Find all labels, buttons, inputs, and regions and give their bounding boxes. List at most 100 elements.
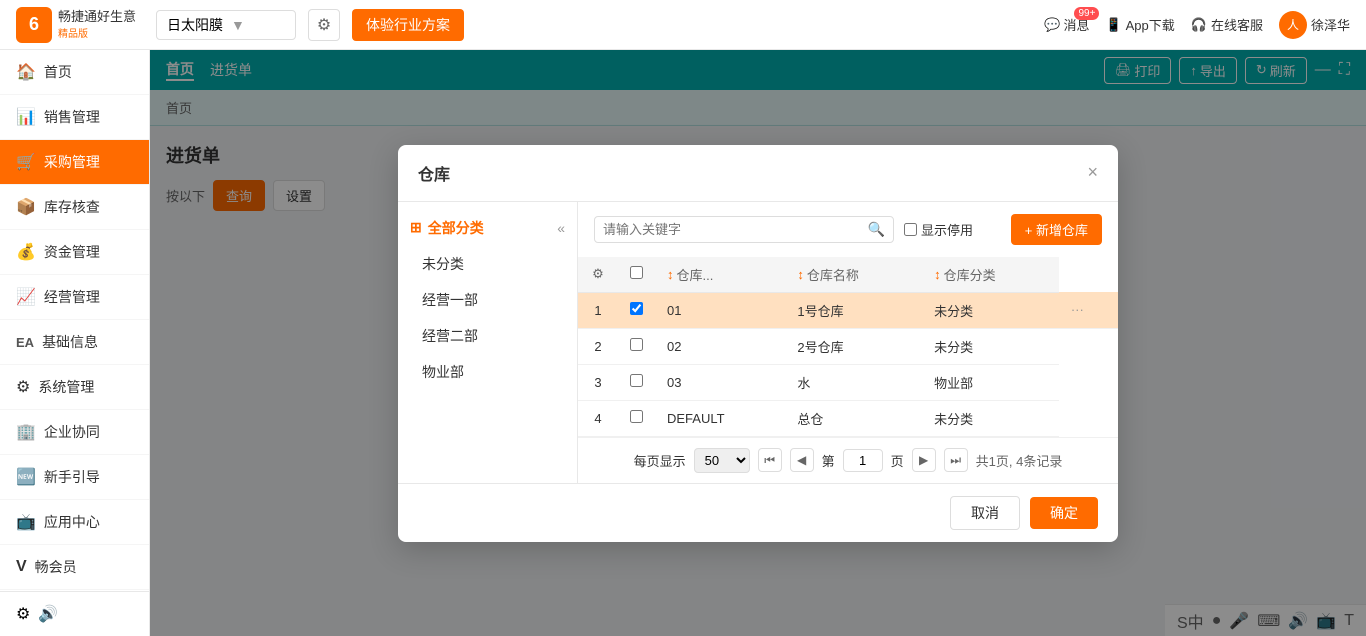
sidebar-item-basic[interactable]: EA 基础信息 (0, 320, 149, 365)
sidebar-item-guide[interactable]: 🆕 新手引导 (0, 455, 149, 500)
table-container: ⚙ ↕ 仓库... (578, 257, 1118, 437)
warehouse-modal: 仓库 × ⊞ 全部分类 « 未分类 (398, 145, 1118, 542)
user-menu[interactable]: 人 徐泽华 (1279, 11, 1350, 39)
store-name: 日太阳膜 (167, 15, 223, 35)
settings-footer-icon[interactable]: ⚙ (16, 604, 30, 624)
table-row[interactable]: 3 03 水 物业部 (578, 364, 1118, 400)
sidebar-item-finance[interactable]: 💰 资金管理 (0, 230, 149, 275)
row-checkbox[interactable] (618, 292, 655, 328)
sidebar-item-enterprise[interactable]: 🏢 企业协同 (0, 410, 149, 455)
col-name-header[interactable]: ↕ 仓库名称 (785, 257, 922, 293)
row-category: 未分类 (922, 292, 1059, 328)
sidebar-label-system: 系统管理 (38, 377, 94, 397)
warehouse-table: ⚙ ↕ 仓库... (578, 257, 1118, 437)
sales-icon: 📊 (16, 107, 36, 127)
sidebar-item-home[interactable]: 🏠 首页 (0, 50, 149, 95)
modal-overlay: 仓库 × ⊞ 全部分类 « 未分类 (150, 50, 1366, 636)
brand-text: 畅捷通好生意 精品版 (58, 9, 136, 41)
more-icon[interactable]: ··· (1071, 302, 1084, 317)
settings-button[interactable]: ⚙ (308, 9, 340, 41)
store-selector[interactable]: 日太阳膜 ▼ (156, 10, 296, 40)
category-item-3[interactable]: 物业部 (398, 354, 577, 390)
category-item-uncategorized[interactable]: 未分类 (398, 246, 577, 282)
app-download-button[interactable]: 📱 App下载 (1105, 15, 1174, 34)
sidebar-item-vip[interactable]: V 畅会员 (0, 545, 149, 590)
page-number-input[interactable] (843, 449, 883, 472)
prev-page-button[interactable]: ◀ (790, 448, 814, 472)
sidebar-label-basic: 基础信息 (42, 332, 98, 352)
table-row[interactable]: 4 DEFAULT 总仓 未分类 (578, 400, 1118, 436)
table-row[interactable]: 2 02 2号仓库 未分类 (578, 328, 1118, 364)
search-icon[interactable]: 🔍 (868, 221, 885, 238)
row-name: 2号仓库 (785, 328, 922, 364)
collapse-button[interactable]: « (557, 220, 565, 236)
main-layout: 🏠 首页 📊 销售管理 🛒 采购管理 📦 库存核查 💰 资金管理 📈 经营管理 … (0, 50, 1366, 636)
brand-icon: 6 (16, 7, 52, 43)
category-panel: ⊞ 全部分类 « 未分类 经营一部 经营二部 物业部 (398, 202, 578, 483)
show-disabled-checkbox[interactable] (904, 223, 917, 236)
sidebar-label-enterprise: 企业协同 (44, 422, 100, 442)
pagination: 每页显示 50 20 100 ⏮ ◀ 第 页 ▶ (578, 437, 1118, 483)
search-input[interactable] (603, 222, 862, 237)
headset-icon: 🎧 (1191, 17, 1207, 33)
col-code-header[interactable]: ↕ 仓库... (655, 257, 785, 293)
avatar: 人 (1279, 11, 1307, 39)
row-category: 物业部 (922, 364, 1059, 400)
sidebar-item-purchase[interactable]: 🛒 采购管理 (0, 140, 149, 185)
sort-icon-name: ↕ (797, 267, 804, 282)
row-checkbox[interactable] (618, 364, 655, 400)
sort-icon-up: ↕ (667, 267, 674, 282)
row-code: DEFAULT (655, 400, 785, 436)
sidebar-label-sales: 销售管理 (44, 107, 100, 127)
row-code: 02 (655, 328, 785, 364)
sidebar-item-stock[interactable]: 📦 库存核查 (0, 185, 149, 230)
speaker-icon[interactable]: 🔊 (38, 604, 58, 624)
sidebar-item-sales[interactable]: 📊 销售管理 (0, 95, 149, 140)
notification-button[interactable]: 💬 消息 99+ (1044, 15, 1089, 34)
total-records: 共1页, 4条记录 (976, 451, 1063, 470)
all-categories-button[interactable]: ⊞ 全部分类 (410, 218, 484, 238)
grid-icon: ⊞ (410, 219, 422, 236)
add-warehouse-button[interactable]: + 新增仓库 (1011, 214, 1102, 245)
vip-icon: V (16, 558, 27, 576)
sidebar-item-operation[interactable]: 📈 经营管理 (0, 275, 149, 320)
basic-icon: EA (16, 335, 34, 350)
gear-icon: ⚙ (317, 15, 331, 35)
sidebar-label-home: 首页 (44, 62, 72, 82)
sidebar-label-operation: 经营管理 (44, 287, 100, 307)
row-index: 3 (578, 364, 618, 400)
category-item-1[interactable]: 经营一部 (398, 282, 577, 318)
modal-close-button[interactable]: × (1087, 162, 1098, 183)
sidebar: 🏠 首页 📊 销售管理 🛒 采购管理 📦 库存核查 💰 资金管理 📈 经营管理 … (0, 50, 150, 636)
category-item-2[interactable]: 经营二部 (398, 318, 577, 354)
next-page-button[interactable]: ▶ (912, 448, 936, 472)
row-name: 总仓 (785, 400, 922, 436)
row-index: 4 (578, 400, 618, 436)
finance-icon: 💰 (16, 242, 36, 262)
page-size-select[interactable]: 50 20 100 (694, 448, 750, 473)
col-checkbox (618, 257, 655, 293)
row-checkbox[interactable] (618, 400, 655, 436)
trial-button[interactable]: 体验行业方案 (352, 9, 464, 41)
first-page-button[interactable]: ⏮ (758, 448, 782, 472)
row-category: 未分类 (922, 328, 1059, 364)
sidebar-item-system[interactable]: ⚙ 系统管理 (0, 365, 149, 410)
sort-icon-cat: ↕ (934, 267, 941, 282)
col-category-header[interactable]: ↕ 仓库分类 (922, 257, 1059, 293)
row-name: 水 (785, 364, 922, 400)
col-settings: ⚙ (578, 257, 618, 293)
row-checkbox[interactable] (618, 328, 655, 364)
last-page-button[interactable]: ⏭ (944, 448, 968, 472)
online-service-button[interactable]: 🎧 在线客服 (1191, 15, 1263, 34)
cancel-button[interactable]: 取消 (950, 496, 1020, 530)
sidebar-label-vip: 畅会员 (35, 557, 77, 577)
sidebar-label-apps: 应用中心 (44, 512, 100, 532)
stock-icon: 📦 (16, 197, 36, 217)
select-all-checkbox[interactable] (630, 266, 643, 279)
confirm-button[interactable]: 确定 (1030, 497, 1098, 529)
table-row[interactable]: 1 01 1号仓库 未分类 ··· (578, 292, 1118, 328)
sidebar-label-stock: 库存核查 (44, 197, 100, 217)
all-categories-label: 全部分类 (428, 218, 484, 238)
sidebar-item-apps[interactable]: 📺 应用中心 (0, 500, 149, 545)
row-actions[interactable]: ··· (1059, 292, 1118, 328)
